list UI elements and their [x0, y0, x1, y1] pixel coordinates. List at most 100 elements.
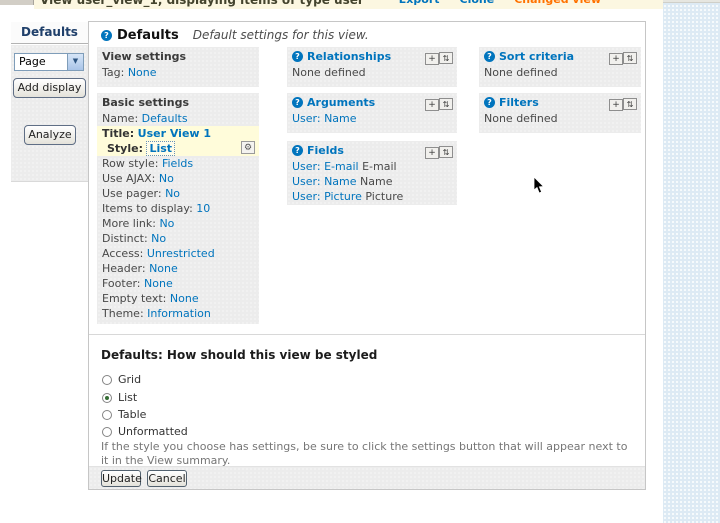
fields-title-link[interactable]: Fields — [307, 144, 344, 157]
style-settings-gear-icon[interactable]: ⚙ — [241, 141, 255, 154]
radio-grid[interactable]: Grid — [102, 373, 141, 387]
defaults-heading-hint: Default settings for this view. — [193, 28, 369, 42]
help-icon[interactable]: ? — [292, 145, 303, 156]
setting-row-tag: Tag: None — [97, 65, 259, 80]
items-value-link[interactable]: 10 — [196, 202, 210, 215]
basic-settings-box: Basic settings Name: Defaults Title: Use… — [97, 93, 259, 324]
access-value-link[interactable]: Unrestricted — [147, 247, 215, 260]
setting-row-access: Access: Unrestricted — [97, 246, 259, 261]
defaults-heading-label: Defaults — [117, 28, 179, 43]
setting-row-more-link: More link: No — [97, 216, 259, 231]
radio-selected-icon[interactable] — [102, 393, 112, 403]
rearrange-icon[interactable]: ⇅ — [439, 146, 453, 158]
form-actions-band: Update Cancel — [89, 466, 645, 489]
empty-text-value-link[interactable]: None — [170, 292, 199, 305]
footer-value-link[interactable]: None — [144, 277, 173, 290]
arguments-actions: +⇅ — [425, 97, 453, 111]
defaults-heading: ? Defaults Default settings for this view. — [101, 28, 369, 43]
tab-defaults[interactable]: Defaults — [11, 22, 88, 44]
arguments-title-link[interactable]: Arguments — [307, 96, 375, 109]
view-settings-title: View settings — [97, 49, 259, 65]
display-type-select-value: Page — [19, 55, 46, 68]
export-link[interactable]: Export — [399, 0, 440, 7]
setting-row-use-ajax: Use AJAX: No — [97, 171, 259, 186]
add-icon[interactable]: + — [425, 99, 439, 111]
add-icon[interactable]: + — [425, 147, 439, 159]
basic-settings-title: Basic settings — [97, 95, 259, 111]
sort-criteria-title-link[interactable]: Sort criteria — [499, 50, 574, 63]
radio-icon[interactable] — [102, 410, 112, 420]
add-display-button[interactable]: Add display — [13, 78, 86, 98]
setting-row-empty-text: Empty text: None — [97, 291, 259, 306]
clone-link[interactable]: Clone — [460, 0, 495, 7]
sort-criteria-box: ? Sort criteria +⇅ None defined — [479, 47, 641, 87]
fields-box: ? Fields +⇅ User: E-mail E-mail User: Nam… — [287, 141, 457, 205]
add-icon[interactable]: + — [425, 53, 439, 65]
radio-unformatted[interactable]: Unformatted — [102, 425, 188, 439]
help-icon[interactable]: ? — [484, 51, 495, 62]
display-type-select[interactable]: Page ▼ — [14, 53, 84, 71]
rearrange-icon[interactable]: ⇅ — [623, 98, 637, 110]
rearrange-icon[interactable]: ⇅ — [439, 98, 453, 110]
filters-title-link[interactable]: Filters — [499, 96, 539, 109]
style-form-title: Defaults: How should this view be styled — [101, 348, 377, 362]
row-style-value-link[interactable]: Fields — [162, 157, 193, 170]
filters-box: ? Filters +⇅ None defined — [479, 93, 641, 133]
help-icon[interactable]: ? — [292, 97, 303, 108]
add-icon[interactable]: + — [609, 53, 623, 65]
arguments-box: ? Arguments +⇅ User: Name — [287, 93, 457, 133]
cancel-button[interactable]: Cancel — [147, 470, 187, 487]
field-user-email-link[interactable]: User: E-mail — [292, 160, 359, 173]
sort-criteria-empty: None defined — [479, 65, 641, 80]
style-form-hint: If the style you choose has settings, be… — [101, 440, 635, 468]
view-settings-box: View settings Tag: None — [97, 47, 259, 87]
add-icon[interactable]: + — [609, 99, 623, 111]
relationships-actions: +⇅ — [425, 51, 453, 65]
setting-row-footer: Footer: None — [97, 276, 259, 291]
setting-row-row-style: Row style: Fields — [97, 156, 259, 171]
changed-view-link[interactable]: Changed view — [514, 0, 601, 7]
chevron-down-icon[interactable]: ▼ — [67, 54, 83, 70]
help-icon[interactable]: ? — [484, 97, 495, 108]
setting-row-use-pager: Use pager: No — [97, 186, 259, 201]
radio-table[interactable]: Table — [102, 408, 146, 422]
fields-actions: +⇅ — [425, 145, 453, 159]
analyze-button[interactable]: Analyze — [24, 125, 76, 145]
update-button[interactable]: Update — [101, 470, 141, 487]
filters-empty: None defined — [479, 111, 641, 126]
relationships-title-link[interactable]: Relationships — [307, 50, 391, 63]
radio-list[interactable]: List — [102, 391, 137, 405]
style-form: Defaults: How should this view be styled… — [89, 334, 645, 489]
filters-actions: +⇅ — [609, 97, 637, 111]
tag-value-link[interactable]: None — [128, 66, 157, 79]
field-user-picture-link[interactable]: User: Picture — [292, 190, 362, 203]
page-background-edge — [663, 0, 720, 3]
use-ajax-value-link[interactable]: No — [159, 172, 174, 185]
header-value-link[interactable]: None — [149, 262, 178, 275]
style-value-link[interactable]: List — [146, 141, 175, 156]
setting-row-name: Name: Defaults — [97, 111, 259, 126]
help-icon[interactable]: ? — [101, 30, 112, 41]
setting-row-title: Title: User View 1 — [97, 126, 259, 141]
name-value-link[interactable]: Defaults — [142, 112, 188, 125]
argument-user-name-link[interactable]: User: Name — [292, 112, 357, 125]
argument-row: User: Name — [287, 111, 457, 126]
field-row: User: Name Name — [287, 174, 457, 189]
sort-criteria-actions: +⇅ — [609, 51, 637, 65]
view-summary-panel: ? Defaults Default settings for this view.… — [88, 21, 646, 490]
setting-row-style: Style: List ⚙ — [97, 141, 259, 156]
radio-icon[interactable] — [102, 427, 112, 437]
rearrange-icon[interactable]: ⇅ — [623, 52, 637, 64]
theme-value-link[interactable]: Information — [147, 307, 211, 320]
page-background — [663, 0, 720, 523]
distinct-value-link[interactable]: No — [151, 232, 166, 245]
rearrange-icon[interactable]: ⇅ — [439, 52, 453, 64]
title-value-link[interactable]: User View 1 — [138, 127, 211, 140]
field-user-name-link[interactable]: User: Name — [292, 175, 357, 188]
more-link-value-link[interactable]: No — [159, 217, 174, 230]
help-icon[interactable]: ? — [292, 51, 303, 62]
field-row: User: E-mail E-mail — [287, 159, 457, 174]
radio-icon[interactable] — [102, 375, 112, 385]
use-pager-value-link[interactable]: No — [165, 187, 180, 200]
views-edit-page: View user_view_1, displaying items of ty… — [0, 0, 720, 523]
